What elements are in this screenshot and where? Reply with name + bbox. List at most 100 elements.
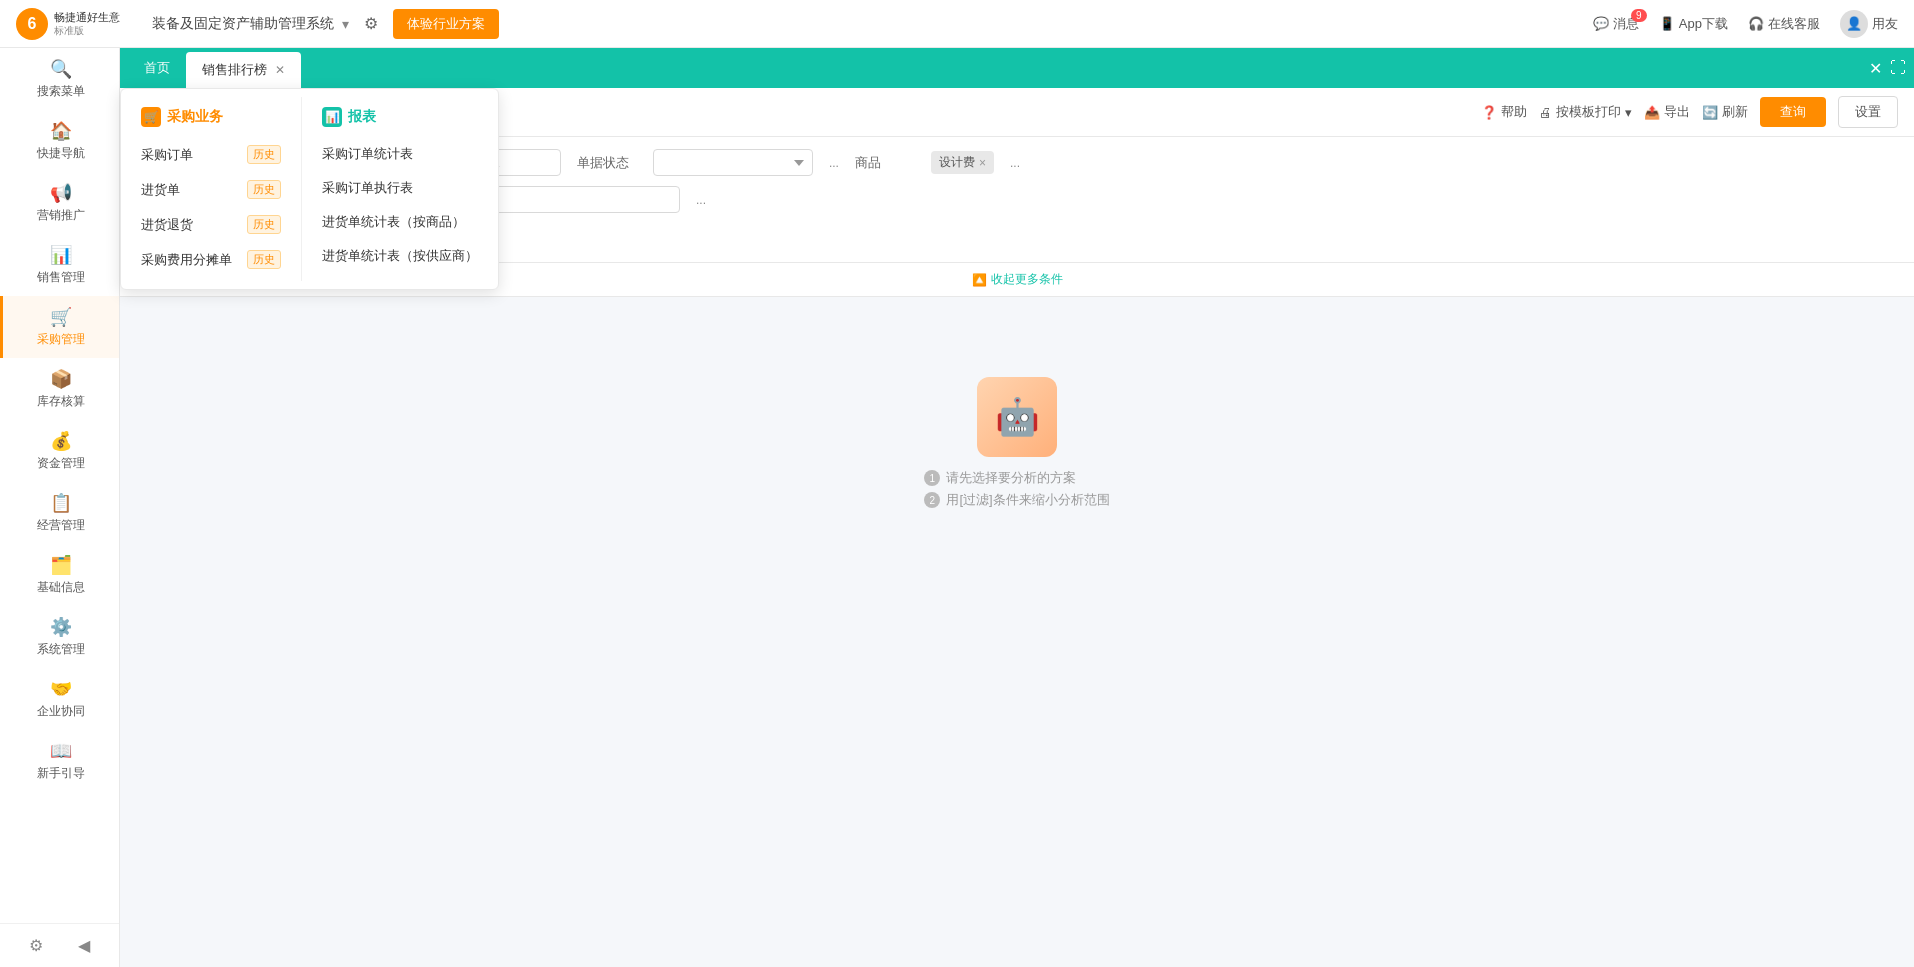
- print-btn[interactable]: 🖨 按模板打印 ▾: [1539, 103, 1632, 121]
- query-button[interactable]: 查询: [1760, 97, 1826, 127]
- goods-tag-remove[interactable]: ×: [979, 156, 986, 170]
- sidebar-item-finance[interactable]: 💰 资金管理: [0, 420, 119, 482]
- print-icon: 🖨: [1539, 105, 1552, 120]
- online-service-label: 在线客服: [1768, 15, 1820, 33]
- inbound-stats-supplier-label: 进货单统计表（按供应商）: [322, 247, 478, 265]
- system-name-text: 装备及固定资产辅助管理系统: [152, 15, 334, 33]
- system-name-area: 装备及固定资产辅助管理系统 ▾ ⚙ 体验行业方案: [136, 9, 1593, 39]
- tab-close-all-btn[interactable]: ✕: [1869, 59, 1882, 78]
- online-service-item[interactable]: 🎧 在线客服: [1748, 15, 1820, 33]
- logo-line2: 标准版: [54, 24, 120, 37]
- menu-item-expense[interactable]: 采购费用分摊单 历史: [121, 242, 301, 277]
- sidebar-item-quicknav[interactable]: 🏠 快捷导航: [0, 110, 119, 172]
- menu-item-inbound-stats-supplier[interactable]: 进货单统计表（按供应商）: [302, 239, 498, 273]
- sidebar-label-inventory: 库存核算: [37, 393, 85, 410]
- menu-item-return[interactable]: 进货退货 历史: [121, 207, 301, 242]
- tab-bar-right: ✕ ⛶: [1869, 59, 1906, 78]
- sidebar: 🔍 搜索菜单 🏠 快捷导航 📢 营销推广 📊 销售管理 🛒 采购管理 📦 库存核…: [0, 48, 120, 967]
- sidebar-item-enterprise[interactable]: 🤝 企业协同: [0, 668, 119, 730]
- sidebar-item-purchase[interactable]: 🛒 采购管理: [0, 296, 119, 358]
- sidebar-label-sales: 销售管理: [37, 269, 85, 286]
- goods-label: 商品: [855, 154, 915, 172]
- print-dropdown-icon[interactable]: ▾: [1625, 105, 1632, 120]
- settings-icon-btn[interactable]: ⚙: [357, 10, 385, 38]
- menu-item-order-stats[interactable]: 采购订单统计表: [302, 137, 498, 171]
- voucher-status-more[interactable]: ...: [829, 156, 839, 170]
- empty-illustration: 🤖: [977, 377, 1057, 457]
- sidebar-item-inventory[interactable]: 📦 库存核算: [0, 358, 119, 420]
- messages-badge: 9: [1631, 9, 1647, 22]
- phone-icon: 📱: [1659, 16, 1675, 31]
- sidebar-item-search[interactable]: 🔍 搜索菜单: [0, 48, 119, 110]
- sidebar-label-search: 搜索菜单: [37, 83, 85, 100]
- sidebar-label-newguide: 新手引导: [37, 765, 85, 782]
- menu-item-inbound[interactable]: 进货单 历史: [121, 172, 301, 207]
- refresh-icon: 🔄: [1702, 105, 1718, 120]
- tab-sales-rank[interactable]: 销售排行榜 ✕: [186, 52, 301, 88]
- tab-expand-btn[interactable]: ⛶: [1890, 59, 1906, 77]
- sidebar-item-sales[interactable]: 📊 销售管理: [0, 234, 119, 296]
- sidebar-settings-btn[interactable]: ⚙: [29, 936, 43, 955]
- sidebar-item-operations[interactable]: 📋 经营管理: [0, 482, 119, 544]
- newguide-icon: 📖: [50, 740, 72, 762]
- voucher-status-select[interactable]: [653, 149, 813, 176]
- purchase-dropdown-menu: 🛒 采购业务 采购订单 历史 进货单 历史 进货退货 历史 采购费用分摊单 历史…: [120, 88, 499, 290]
- basic-icon: 🗂️: [50, 554, 72, 576]
- top-right: 💬 消息 9 📱 App下载 🎧 在线客服 👤 用友: [1593, 10, 1898, 38]
- return-history: 历史: [247, 215, 281, 234]
- export-label: 导出: [1664, 103, 1690, 121]
- sidebar-collapse-btn[interactable]: ◀: [78, 936, 90, 955]
- purchase-section-title: 采购业务: [167, 108, 223, 126]
- help-btn[interactable]: ❓ 帮助: [1481, 103, 1527, 121]
- tab-sales-rank-label: 销售排行榜: [202, 61, 267, 79]
- messages-item[interactable]: 💬 消息 9: [1593, 15, 1639, 33]
- inventory-icon: 📦: [50, 368, 72, 390]
- sidebar-label-system: 系统管理: [37, 641, 85, 658]
- system-dropdown-icon[interactable]: ▾: [342, 16, 349, 32]
- tab-home[interactable]: 首页: [128, 48, 186, 88]
- tab-bar: 首页 销售排行榜 ✕ ✕ ⛶: [120, 48, 1914, 88]
- menu-item-order-exec[interactable]: 采购订单执行表: [302, 171, 498, 205]
- sidebar-label-basic: 基础信息: [37, 579, 85, 596]
- enterprise-icon: 🤝: [50, 678, 72, 700]
- sidebar-item-basic[interactable]: 🗂️ 基础信息: [0, 544, 119, 606]
- finance-icon: 💰: [50, 430, 72, 452]
- industry-button[interactable]: 体验行业方案: [393, 9, 499, 39]
- sales-icon: 📊: [50, 244, 72, 266]
- tip-num-2: 2: [924, 492, 940, 508]
- goods-tag-value: 设计费: [939, 154, 975, 171]
- collapse-up-icon: 🔼: [972, 273, 987, 287]
- sidebar-label-purchase: 采购管理: [37, 331, 85, 348]
- home-icon: 🏠: [50, 120, 72, 142]
- salesperson-input[interactable]: [490, 186, 680, 213]
- purchase-order-label: 采购订单: [141, 146, 235, 164]
- messages-icon: 💬: [1593, 16, 1609, 31]
- empty-tip-2: 用[过滤]条件来缩小分析范围: [946, 491, 1109, 509]
- top-bar: 6 畅捷通好生意 标准版 装备及固定资产辅助管理系统 ▾ ⚙ 体验行业方案 💬 …: [0, 0, 1914, 48]
- return-label: 进货退货: [141, 216, 235, 234]
- inbound-stats-goods-label: 进货单统计表（按商品）: [322, 213, 478, 231]
- sidebar-label-enterprise: 企业协同: [37, 703, 85, 720]
- export-btn[interactable]: 📤 导出: [1644, 103, 1690, 121]
- goods-more[interactable]: ...: [1010, 156, 1020, 170]
- menu-item-purchase-order[interactable]: 采购订单 历史: [121, 137, 301, 172]
- menu-item-inbound-stats-goods[interactable]: 进货单统计表（按商品）: [302, 205, 498, 239]
- tab-close-icon[interactable]: ✕: [275, 63, 285, 77]
- sidebar-item-system[interactable]: ⚙️ 系统管理: [0, 606, 119, 668]
- sidebar-item-newguide[interactable]: 📖 新手引导: [0, 730, 119, 792]
- purchase-badge-icon: 🛒: [141, 107, 161, 127]
- user-avatar: 👤: [1840, 10, 1868, 38]
- user-item[interactable]: 👤 用友: [1840, 10, 1898, 38]
- reports-section-header: 📊 报表: [302, 101, 498, 137]
- voucher-status-label: 单据状态: [577, 154, 637, 172]
- salesperson-more[interactable]: ...: [696, 193, 706, 207]
- settings-button[interactable]: 设置: [1838, 96, 1898, 128]
- order-stats-label: 采购订单统计表: [322, 145, 478, 163]
- app-download-item[interactable]: 📱 App下载: [1659, 15, 1728, 33]
- help-label: 帮助: [1501, 103, 1527, 121]
- sidebar-item-marketing[interactable]: 📢 营销推广: [0, 172, 119, 234]
- refresh-btn[interactable]: 🔄 刷新: [1702, 103, 1748, 121]
- sidebar-label-finance: 资金管理: [37, 455, 85, 472]
- operations-icon: 📋: [50, 492, 72, 514]
- empty-tip-1: 请先选择要分析的方案: [946, 469, 1076, 487]
